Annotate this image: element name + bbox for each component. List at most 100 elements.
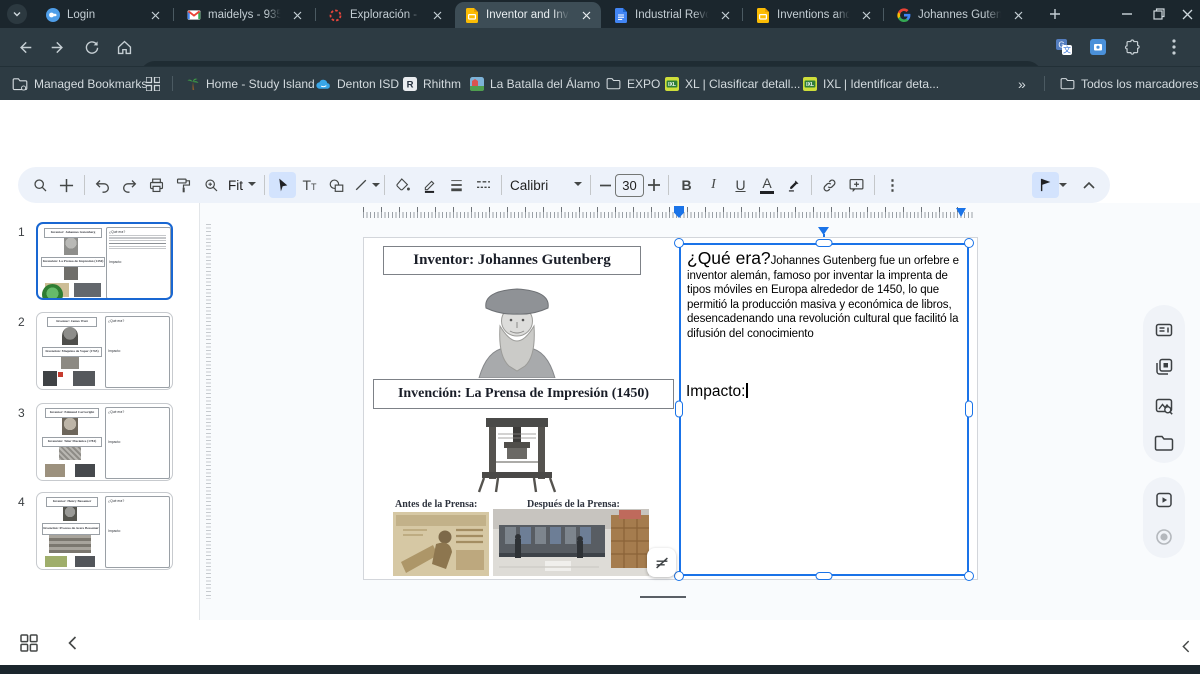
printing-press-image[interactable] bbox=[476, 414, 558, 494]
impacto-text[interactable]: Impacto: bbox=[686, 383, 748, 401]
resize-handle-ne[interactable] bbox=[964, 238, 974, 248]
floating-tool-button[interactable] bbox=[647, 548, 676, 577]
new-slide-icon[interactable] bbox=[53, 172, 80, 198]
image-search-icon[interactable] bbox=[1153, 395, 1175, 417]
bookmark-rhithm[interactable]: R Rhithm bbox=[403, 67, 461, 100]
slide-thumbnail-4[interactable]: Inventor: Henry Bessemer Invención: Proc… bbox=[36, 492, 173, 570]
tab-close-icon[interactable] bbox=[290, 8, 305, 23]
browser-tab-login[interactable]: Login bbox=[36, 2, 170, 28]
redo-icon[interactable] bbox=[116, 172, 143, 198]
bold-button[interactable]: B bbox=[673, 177, 700, 193]
collapse-filmstrip-icon[interactable] bbox=[68, 636, 77, 650]
resize-handle-sw[interactable] bbox=[674, 571, 684, 581]
bookmark-alamo[interactable]: La Batalla del Álamo bbox=[470, 67, 600, 100]
bookmark-expo-folder[interactable]: EXPO bbox=[606, 67, 660, 100]
select-tool-icon[interactable] bbox=[269, 172, 296, 198]
browser-tab-docs[interactable]: Industrial Revolu bbox=[604, 2, 740, 28]
decrease-font-icon[interactable] bbox=[595, 172, 615, 198]
browser-tab-google[interactable]: Johannes Guten bbox=[887, 2, 1033, 28]
add-comment-icon[interactable] bbox=[843, 172, 870, 198]
before-press-label[interactable]: Antes de la Prensa: bbox=[395, 499, 477, 510]
reload-button[interactable] bbox=[80, 35, 104, 59]
apps-grid-icon[interactable] bbox=[146, 67, 160, 100]
resize-handle-s[interactable] bbox=[815, 572, 833, 580]
browser-tab-exploracion[interactable]: Exploración - Inv bbox=[319, 2, 452, 28]
notes-card-icon[interactable] bbox=[1153, 319, 1175, 341]
italic-button[interactable]: I bbox=[700, 177, 727, 193]
font-size-input[interactable]: 30 bbox=[615, 173, 644, 197]
resize-handle-e[interactable] bbox=[965, 400, 973, 418]
browser-menu-icon[interactable] bbox=[1162, 35, 1186, 59]
bookmark-study-island[interactable]: Home - Study Island bbox=[186, 67, 315, 100]
tab-search-button[interactable] bbox=[7, 4, 27, 24]
highlight-color-icon[interactable] bbox=[780, 172, 807, 198]
gutenberg-portrait-image[interactable] bbox=[467, 278, 567, 378]
insert-shape-icon[interactable] bbox=[323, 172, 350, 198]
bookmarks-overflow-chevron[interactable]: » bbox=[1018, 67, 1026, 100]
tab-close-icon[interactable] bbox=[1011, 8, 1026, 23]
underline-button[interactable]: U bbox=[727, 177, 754, 193]
zoom-select[interactable]: Fit bbox=[224, 178, 260, 193]
bookmark-denton-isd[interactable]: Denton ISD bbox=[316, 67, 399, 100]
home-button[interactable] bbox=[112, 35, 136, 59]
before-press-image[interactable] bbox=[393, 512, 489, 576]
undo-icon[interactable] bbox=[89, 172, 116, 198]
blue-extension-icon[interactable] bbox=[1086, 35, 1110, 59]
insert-link-icon[interactable] bbox=[816, 172, 843, 198]
search-menus-icon[interactable] bbox=[26, 172, 53, 198]
insert-line-icon[interactable] bbox=[350, 172, 372, 198]
after-press-image[interactable] bbox=[493, 509, 649, 576]
browser-tab-gmail[interactable]: maidelys - 93524 bbox=[177, 2, 312, 28]
all-bookmarks-button[interactable]: Todos los marcadores bbox=[1060, 67, 1198, 100]
bookmark-ixl-2[interactable]: IXL IXL | Identificar deta... bbox=[803, 67, 939, 100]
text-box-icon[interactable]: TT bbox=[296, 172, 323, 198]
line-dropdown-caret[interactable] bbox=[372, 183, 380, 191]
selected-text-box[interactable]: ¿Qué era?Johannes Gutenberg fue un orfeb… bbox=[679, 243, 969, 576]
invention-title-box[interactable]: Invención: La Prensa de Impresión (1450) bbox=[373, 379, 674, 409]
increase-font-icon[interactable] bbox=[644, 172, 664, 198]
border-weight-icon[interactable] bbox=[443, 172, 470, 198]
collapse-toolbar-icon[interactable] bbox=[1075, 172, 1102, 198]
resize-handle-n[interactable] bbox=[815, 239, 833, 247]
que-era-paragraph[interactable]: ¿Qué era?Johannes Gutenberg fue un orfeb… bbox=[687, 249, 962, 342]
collapse-side-panel-icon[interactable] bbox=[1182, 640, 1190, 653]
tab-close-icon[interactable] bbox=[718, 8, 733, 23]
managed-bookmarks-button[interactable]: Managed Bookmarks bbox=[12, 67, 147, 100]
video-icon[interactable] bbox=[1153, 489, 1175, 511]
inventor-title-box[interactable]: Inventor: Johannes Gutenberg bbox=[383, 246, 641, 275]
folder-icon[interactable] bbox=[1153, 432, 1175, 454]
back-button[interactable] bbox=[12, 35, 36, 59]
slide-thumbnail-3[interactable]: Inventor: Edmund Cartwright Invención: T… bbox=[36, 403, 173, 481]
more-options-button[interactable]: ⋮ bbox=[879, 176, 906, 194]
resize-handle-nw[interactable] bbox=[674, 238, 684, 248]
zoom-icon[interactable] bbox=[197, 172, 224, 198]
browser-tab-active[interactable]: Inventor and Inve bbox=[455, 2, 601, 28]
new-tab-button[interactable] bbox=[1042, 2, 1068, 26]
tab-close-icon[interactable] bbox=[148, 8, 163, 23]
font-family-select[interactable]: Calibri bbox=[506, 178, 586, 193]
paint-format-icon[interactable] bbox=[170, 172, 197, 198]
bookmark-ixl-1[interactable]: IXL XL | Clasificar detall... bbox=[665, 67, 800, 100]
browser-tab-slides2[interactable]: Inventions and In bbox=[746, 2, 881, 28]
slide-thumbnail-2[interactable]: Inventor: James Watt Invención: Máquina … bbox=[36, 312, 173, 390]
window-minimize-button[interactable] bbox=[1114, 2, 1140, 26]
tab-close-icon[interactable] bbox=[579, 8, 594, 23]
resize-handle-se[interactable] bbox=[964, 571, 974, 581]
tab-close-icon[interactable] bbox=[859, 8, 874, 23]
text-color-button[interactable]: A bbox=[760, 176, 774, 194]
grid-view-icon[interactable] bbox=[20, 634, 38, 652]
fill-color-icon[interactable] bbox=[389, 172, 416, 198]
print-icon[interactable] bbox=[143, 172, 170, 198]
extensions-puzzle-icon[interactable] bbox=[1120, 35, 1144, 59]
resize-handle-w[interactable] bbox=[675, 400, 683, 418]
slide-thumbnail-1[interactable]: Inventor: Johannes Gutenberg Invención: … bbox=[36, 222, 173, 300]
window-restore-button[interactable] bbox=[1146, 2, 1172, 26]
border-dash-icon[interactable] bbox=[470, 172, 497, 198]
pen-tool-icon[interactable] bbox=[1032, 172, 1059, 198]
forward-button[interactable] bbox=[46, 35, 70, 59]
tab-close-icon[interactable] bbox=[430, 8, 445, 23]
translate-extension-icon[interactable]: G文 bbox=[1052, 35, 1076, 59]
border-color-icon[interactable] bbox=[416, 172, 443, 198]
image-stack-icon[interactable] bbox=[1153, 356, 1175, 378]
record-icon[interactable] bbox=[1153, 526, 1175, 548]
